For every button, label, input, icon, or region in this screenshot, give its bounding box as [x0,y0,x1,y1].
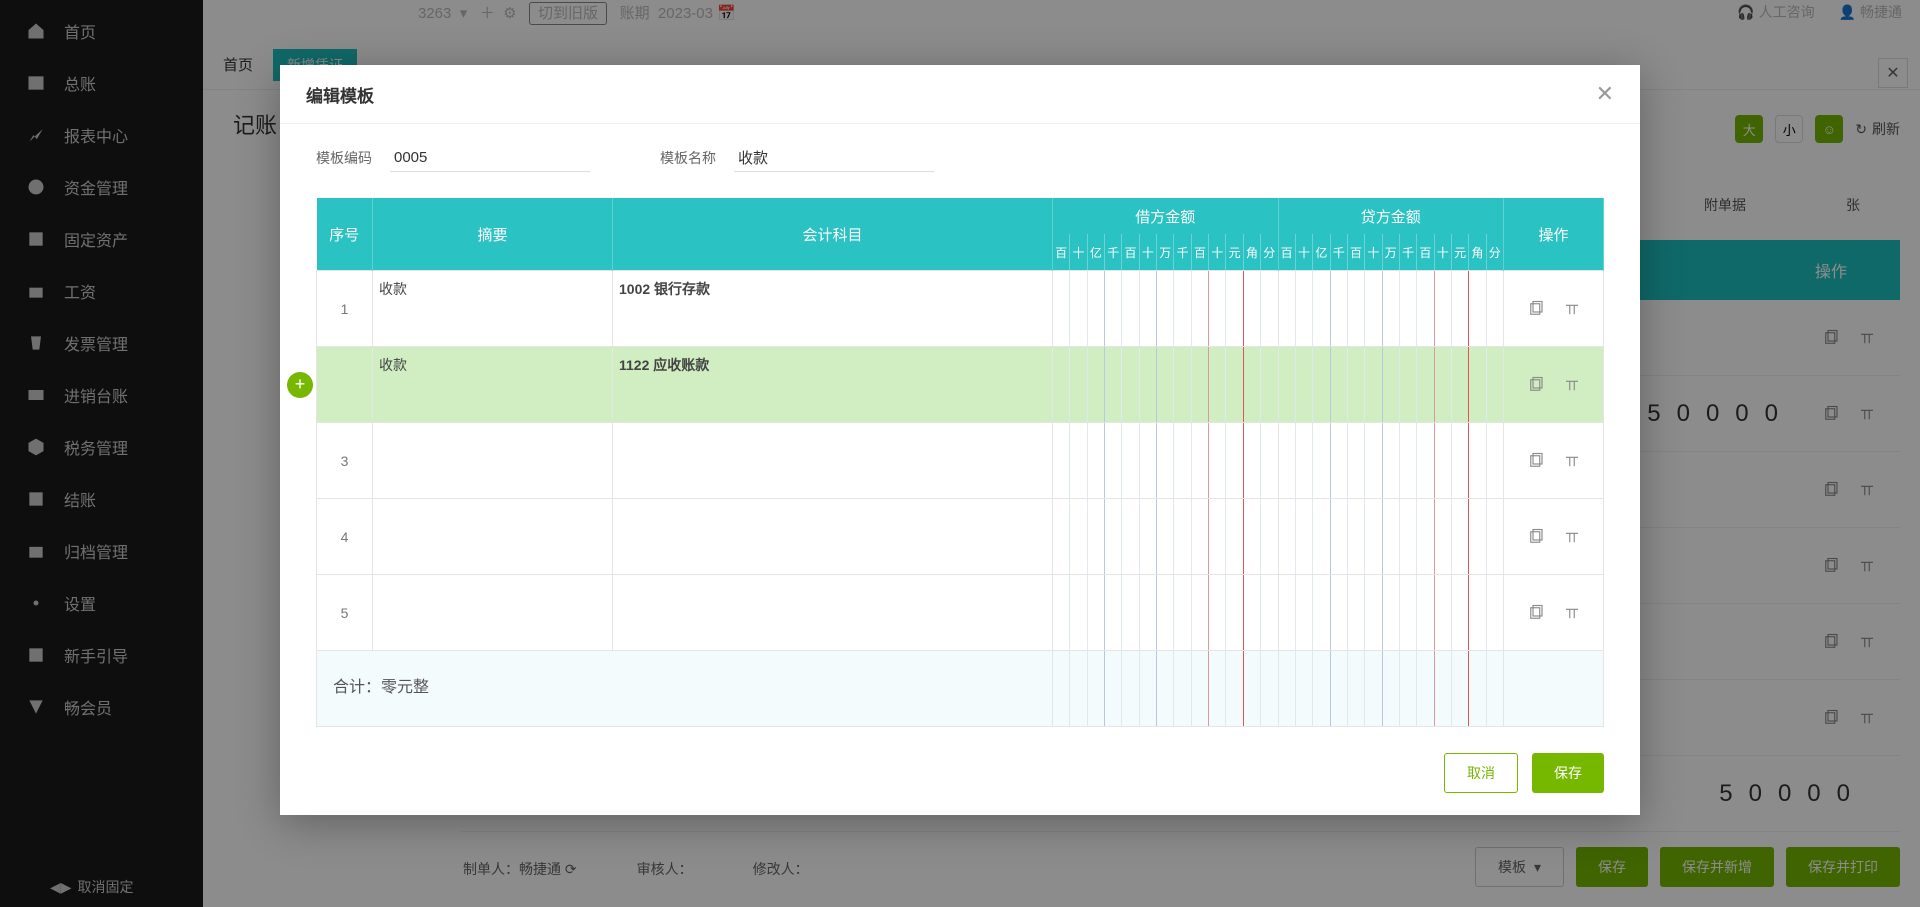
col-debit: 借方金额 [1053,198,1279,234]
row-summary[interactable] [373,423,613,499]
table-row[interactable]: +收款1122 应收账款 [317,347,1604,423]
modal-title: 编辑模板 [306,82,374,107]
row-credit[interactable] [1278,423,1504,499]
row-seq: 5 [317,575,373,651]
row-debit[interactable] [1053,575,1279,651]
modal-close-button[interactable]: ✕ [1596,81,1614,107]
row-credit[interactable] [1278,499,1504,575]
row-debit[interactable] [1053,499,1279,575]
row-credit[interactable] [1278,347,1504,423]
modal-save-button[interactable]: 保存 [1532,753,1604,793]
row-summary[interactable]: 收款 [373,271,613,347]
row-debit[interactable] [1053,347,1279,423]
row-summary[interactable] [373,575,613,651]
copy-icon[interactable] [1527,528,1545,546]
row-debit[interactable] [1053,271,1279,347]
copy-icon[interactable] [1527,300,1545,318]
row-account[interactable] [613,423,1053,499]
template-code-input[interactable] [390,144,590,172]
row-summary[interactable] [373,499,613,575]
delete-icon[interactable] [1563,528,1581,546]
row-seq: 4 [317,499,373,575]
row-account[interactable] [613,499,1053,575]
col-credit: 贷方金额 [1278,198,1504,234]
row-seq: 1 [317,271,373,347]
row-debit[interactable] [1053,423,1279,499]
template-name-label: 模板名称 [660,148,716,168]
delete-icon[interactable] [1563,604,1581,622]
col-seq: 序号 [317,198,373,271]
delete-icon[interactable] [1563,300,1581,318]
row-account[interactable]: 1122 应收账款 [613,347,1053,423]
cancel-button[interactable]: 取消 [1444,753,1518,793]
delete-icon[interactable] [1563,452,1581,470]
table-row[interactable]: 1收款1002 银行存款 [317,271,1604,347]
row-summary[interactable]: 收款 [373,347,613,423]
template-table: 序号 摘要 会计科目 借方金额 贷方金额 操作 百十亿千百十万千百十元角分 百十… [316,198,1604,727]
row-seq: + [317,347,373,423]
row-account[interactable]: 1002 银行存款 [613,271,1053,347]
row-credit[interactable] [1278,271,1504,347]
table-row[interactable]: 4 [317,499,1604,575]
delete-icon[interactable] [1563,376,1581,394]
row-account[interactable] [613,575,1053,651]
add-row-button[interactable]: + [287,372,313,398]
table-row[interactable]: 3 [317,423,1604,499]
copy-icon[interactable] [1527,452,1545,470]
col-op: 操作 [1504,198,1604,271]
template-code-label: 模板编码 [316,148,372,168]
col-account: 会计科目 [613,198,1053,271]
col-summary: 摘要 [373,198,613,271]
copy-icon[interactable] [1527,604,1545,622]
row-seq: 3 [317,423,373,499]
row-credit[interactable] [1278,575,1504,651]
table-row[interactable]: 5 [317,575,1604,651]
template-name-input[interactable] [734,144,934,172]
edit-template-modal: 编辑模板 ✕ 模板编码 模板名称 序号 摘要 会计科目 借方金额 贷方金额 [280,65,1640,815]
total-label: 合计：零元整 [317,651,1053,727]
copy-icon[interactable] [1527,376,1545,394]
